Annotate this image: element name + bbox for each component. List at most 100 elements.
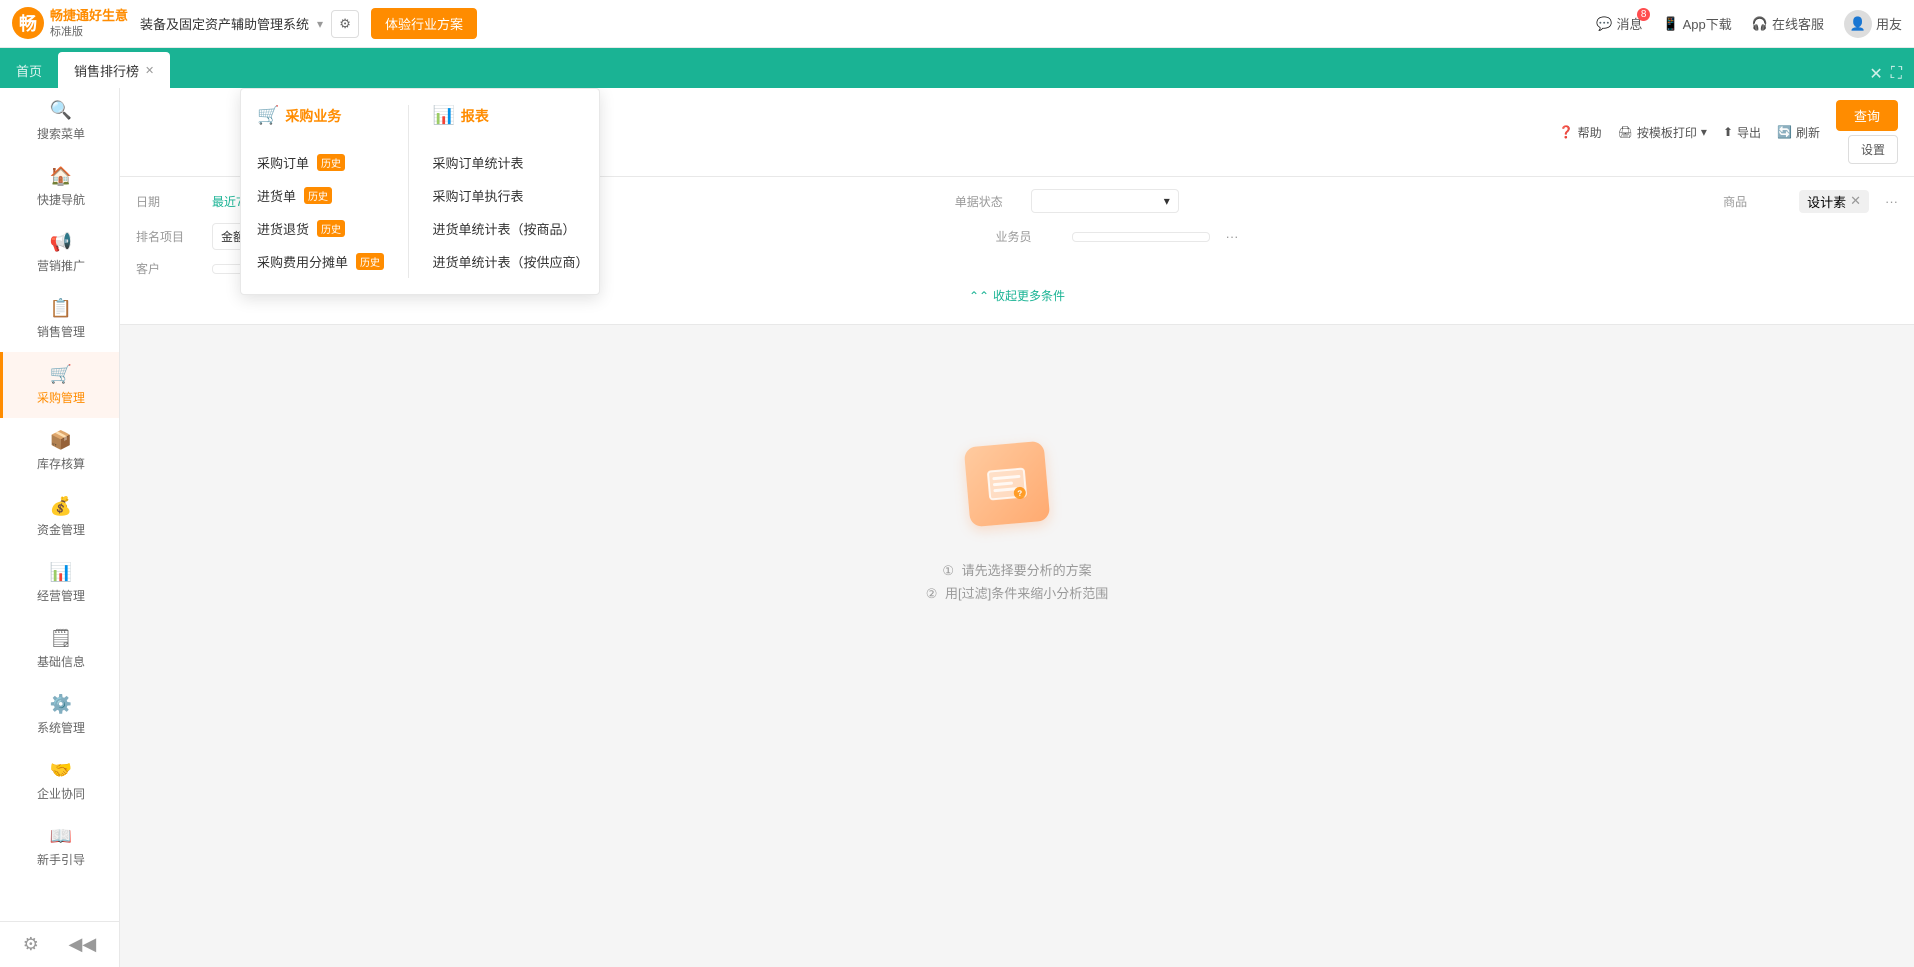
tab-close-all-icon[interactable]: ✕	[1869, 64, 1882, 84]
purchase-column-header: 🛒 采购业务	[257, 105, 408, 134]
empty-illustration: ?	[967, 444, 1067, 544]
collapse-up-icon: ⌃⌃	[969, 289, 989, 303]
hist-badge: 历史	[356, 253, 384, 270]
sidebar-item-search[interactable]: 🔍 搜索菜单	[0, 88, 119, 154]
goods-tag: 设计素 ✕	[1799, 190, 1869, 213]
sidebar-bottom: ⚙ ◀◀	[0, 921, 119, 967]
logo-icon: 畅	[12, 7, 44, 39]
system-title: 装备及固定资产辅助管理系统 ▾	[140, 14, 323, 33]
voucher-status-select[interactable]: ▾	[1031, 189, 1179, 213]
sidebar-item-quick-nav[interactable]: 🏠 快捷导航	[0, 154, 119, 220]
tab-bar-right: ✕ ⛶	[1869, 64, 1914, 88]
operation-icon: 📊	[50, 562, 72, 583]
rank-label: 排名项目	[136, 228, 196, 245]
tab-close-icon[interactable]: ✕	[145, 64, 154, 77]
settings-button[interactable]: 设置	[1848, 135, 1898, 164]
hist-badge: 历史	[317, 220, 345, 237]
tab-sales-rank[interactable]: 销售排行榜 ✕	[58, 52, 170, 88]
goods-more-icon[interactable]: ···	[1885, 194, 1898, 209]
settings-icon[interactable]: ⚙	[331, 10, 359, 38]
sidebar-item-sales[interactable]: 📋 销售管理	[0, 286, 119, 352]
content-area: 🛒 采购业务 采购订单 历史 进货单 历史 进货退货 历史	[120, 88, 1914, 967]
menu-item-stock-stats-by-goods[interactable]: 进货单统计表（按商品）	[433, 212, 584, 245]
inventory-icon: 📦	[50, 430, 72, 451]
sidebar-item-purchase[interactable]: 🛒 采购管理	[0, 352, 119, 418]
hist-badge: 历史	[317, 154, 345, 171]
sales-icon: 📋	[50, 298, 72, 319]
finance-icon: 💰	[50, 496, 72, 517]
menu-item-stock-stats-by-supplier[interactable]: 进货单统计表（按供应商）	[433, 245, 584, 278]
salesman-label: 业务员	[996, 228, 1056, 245]
salesman-select[interactable]	[1072, 232, 1210, 242]
sidebar-item-inventory[interactable]: 📦 库存核算	[0, 418, 119, 484]
report-header-icon: 📊	[433, 105, 455, 126]
dropdown-columns: 🛒 采购业务 采购订单 历史 进货单 历史 进货退货 历史	[257, 105, 583, 278]
sidebar-item-system[interactable]: ⚙️ 系统管理	[0, 682, 119, 748]
system-icon: ⚙️	[50, 694, 72, 715]
menu-item-stock-in[interactable]: 进货单 历史	[257, 179, 408, 212]
home-icon: 🏠	[50, 166, 72, 187]
message-button[interactable]: 💬 消息 8	[1596, 14, 1642, 33]
online-service-button[interactable]: 🎧 在线客服	[1752, 14, 1824, 33]
purchase-dropdown-menu: 🛒 采购业务 采购订单 历史 进货单 历史 进货退货 历史	[240, 88, 600, 295]
search-icon: 🔍	[50, 100, 72, 121]
hist-badge: 历史	[304, 187, 332, 204]
report-column: 📊 报表 采购订单统计表 采购订单执行表 进货单统计表（按商品） 进货单统计表（…	[433, 105, 584, 278]
headset-icon: 🎧	[1752, 16, 1768, 32]
menu-item-purchase-expense[interactable]: 采购费用分摊单 历史	[257, 245, 408, 278]
refresh-icon: 🔄	[1777, 125, 1792, 139]
date-label: 日期	[136, 193, 196, 210]
export-icon: ⬆	[1723, 125, 1733, 139]
top-header: 畅 畅捷通好生意 标准版 装备及固定资产辅助管理系统 ▾ ⚙ 体验行业方案 💬 …	[0, 0, 1914, 48]
goods-label: 商品	[1723, 193, 1783, 210]
sidebar-item-guide[interactable]: 📖 新手引导	[0, 814, 119, 880]
purchase-header-icon: 🛒	[257, 105, 279, 126]
purchase-column: 🛒 采购业务 采购订单 历史 进货单 历史 进货退货 历史	[257, 105, 409, 278]
report-column-header: 📊 报表	[433, 105, 584, 134]
menu-item-stock-return[interactable]: 进货退货 历史	[257, 212, 408, 245]
chevron-down-icon: ▾	[1164, 194, 1170, 208]
app-download-button[interactable]: 📱 App下载	[1662, 14, 1731, 33]
avatar: 👤	[1844, 10, 1872, 38]
logo-area: 畅 畅捷通好生意 标准版	[12, 7, 132, 41]
svg-text:?: ?	[1017, 489, 1023, 498]
industry-button[interactable]: 体验行业方案	[371, 8, 477, 39]
message-badge: 8	[1637, 8, 1651, 21]
marketing-icon: 📢	[50, 232, 72, 253]
print-icon: 🖨	[1618, 125, 1633, 139]
empty-hint-2: ② 用[过滤]条件来缩小分析范围	[926, 583, 1109, 602]
user-menu-button[interactable]: 👤 用友	[1844, 10, 1902, 38]
sidebar-item-cooperation[interactable]: 🤝 企业协同	[0, 748, 119, 814]
sidebar-item-operation[interactable]: 📊 经营管理	[0, 550, 119, 616]
collapse-button[interactable]: ⌃⌃ 收起更多条件	[969, 287, 1065, 304]
sidebar: 🔍 搜索菜单 🏠 快捷导航 📢 营销推广 📋 销售管理 🛒 采购管理 📦 库存核…	[0, 88, 120, 967]
export-button[interactable]: ⬆ 导出	[1723, 124, 1761, 141]
salesman-more-icon[interactable]: ···	[1226, 229, 1239, 244]
cooperation-icon: 🤝	[50, 760, 72, 781]
customer-label: 客户	[136, 260, 196, 277]
sidebar-item-marketing[interactable]: 📢 营销推广	[0, 220, 119, 286]
collapse-sidebar-icon[interactable]: ◀◀	[69, 934, 97, 955]
basic-info-icon: 🗒	[50, 628, 73, 649]
tab-maximize-icon[interactable]: ⛶	[1891, 65, 1902, 83]
menu-item-purchase-order-exec[interactable]: 采购订单执行表	[433, 179, 584, 212]
dropdown-arrow-icon[interactable]: ▾	[317, 17, 323, 31]
refresh-button[interactable]: 🔄 刷新	[1777, 124, 1820, 141]
goods-tag-close-icon[interactable]: ✕	[1850, 193, 1861, 209]
sidebar-item-basic-info[interactable]: 🗒 基础信息	[0, 616, 119, 682]
settings-bottom-icon[interactable]: ⚙	[23, 934, 39, 955]
header-right: 💬 消息 8 📱 App下载 🎧 在线客服 👤 用友	[1596, 10, 1902, 38]
main-layout: 🔍 搜索菜单 🏠 快捷导航 📢 营销推广 📋 销售管理 🛒 采购管理 📦 库存核…	[0, 88, 1914, 967]
message-icon: 💬	[1596, 16, 1612, 32]
sidebar-item-finance[interactable]: 💰 资金管理	[0, 484, 119, 550]
empty-hint-1: ① 请先选择要分析的方案	[942, 560, 1091, 579]
print-arrow-icon: ▾	[1701, 125, 1707, 139]
menu-item-purchase-order[interactable]: 采购订单 历史	[257, 146, 408, 179]
voucher-status-label: 单据状态	[955, 193, 1015, 210]
tab-home[interactable]: 首页	[0, 52, 58, 88]
menu-item-purchase-order-stats[interactable]: 采购订单统计表	[433, 146, 584, 179]
guide-icon: 📖	[50, 826, 72, 847]
query-button[interactable]: 查询	[1836, 100, 1898, 131]
help-button[interactable]: ❓ 帮助	[1559, 124, 1602, 141]
print-button[interactable]: 🖨 按模板打印 ▾	[1618, 124, 1707, 141]
